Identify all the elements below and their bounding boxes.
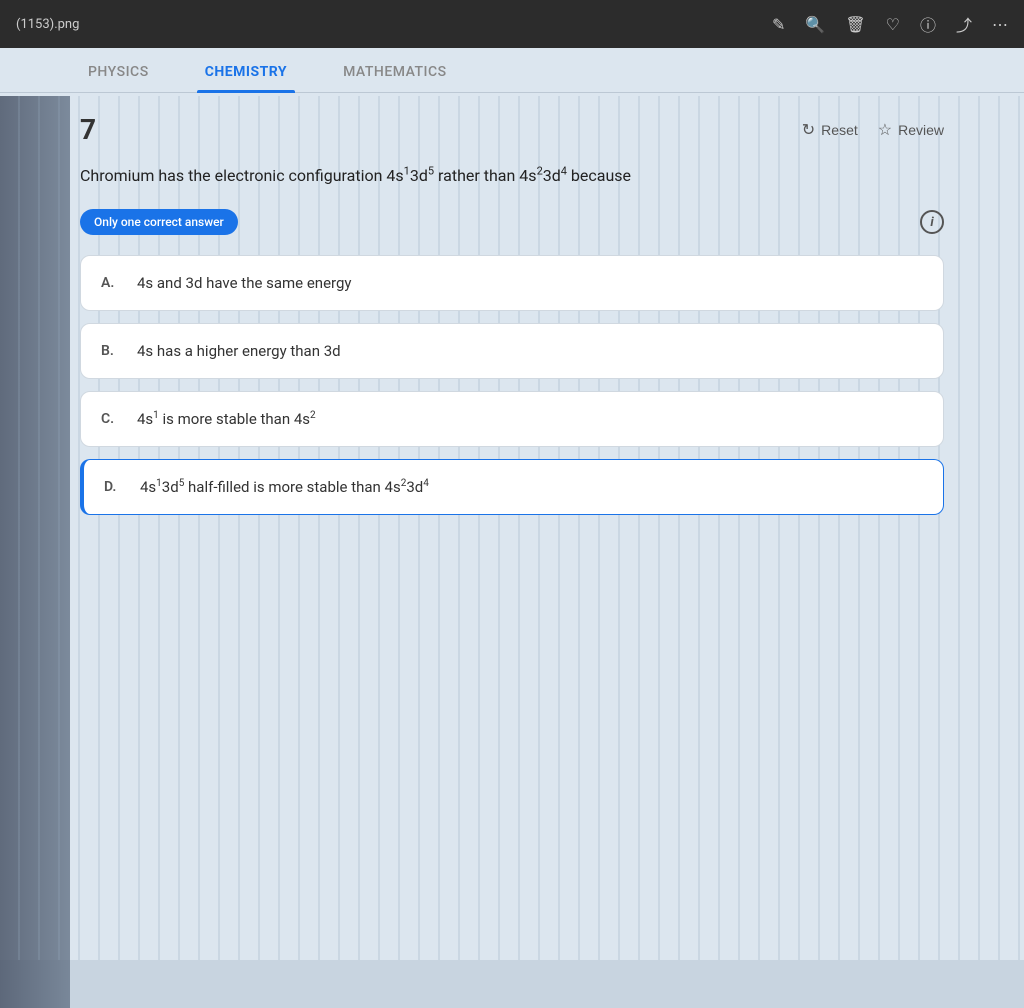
option-c-text: 4s1 is more stable than 4s2 [137, 410, 316, 428]
review-button[interactable]: ☆ Review [878, 120, 944, 140]
tab-mathematics[interactable]: MATHEMATICS [335, 48, 455, 92]
option-a[interactable]: A. 4s and 3d have the same energy [80, 255, 944, 311]
options-list: A. 4s and 3d have the same energy B. 4s … [80, 255, 944, 515]
reset-button[interactable]: ↻ Reset [802, 120, 858, 140]
edit-icon[interactable]: ✎ [772, 15, 785, 34]
tab-chemistry[interactable]: CHEMISTRY [197, 48, 295, 92]
question-info-icon[interactable]: i [920, 210, 944, 234]
content-area: PHYSICS CHEMISTRY MATHEMATICS 7 ↻ Reset … [0, 48, 1024, 960]
search-icon[interactable]: 🔍 [805, 15, 825, 34]
share-icon[interactable]: ⤴ [956, 12, 972, 36]
answer-type-badge: Only one correct answer [80, 209, 238, 235]
question-actions: ↻ Reset ☆ Review [802, 120, 944, 140]
option-b-text: 4s has a higher energy than 3d [137, 342, 341, 360]
more-icon[interactable]: ⋯ [992, 15, 1008, 34]
option-d[interactable]: D. 4s13d5 half-filled is more stable tha… [80, 459, 944, 515]
option-b[interactable]: B. 4s has a higher energy than 3d [80, 323, 944, 379]
tab-physics[interactable]: PHYSICS [80, 48, 157, 92]
answer-tag-row: Only one correct answer i [80, 209, 944, 235]
option-a-text: 4s and 3d have the same energy [137, 274, 352, 292]
question-number-row: 7 ↻ Reset ☆ Review [80, 113, 944, 146]
heart-icon[interactable]: ♡ [886, 15, 900, 34]
browser-icons: ✎ 🔍 🗑 ♡ ⓘ ⤴ ⋯ [772, 12, 1008, 36]
info-icon[interactable]: ⓘ [920, 12, 936, 36]
option-d-letter: D. [104, 479, 124, 495]
option-a-letter: A. [101, 275, 121, 291]
file-name: (1153).png [16, 17, 79, 32]
reset-icon: ↻ [802, 120, 815, 140]
option-b-letter: B. [101, 343, 121, 359]
question-number: 7 [80, 113, 96, 146]
question-text: Chromium has the electronic configuratio… [80, 162, 944, 189]
browser-bar: (1153).png ✎ 🔍 🗑 ♡ ⓘ ⤴ ⋯ [0, 0, 1024, 48]
question-area: 7 ↻ Reset ☆ Review Chromium has the elec… [0, 93, 1024, 535]
trash-icon[interactable]: 🗑 [845, 15, 865, 34]
option-c[interactable]: C. 4s1 is more stable than 4s2 [80, 391, 944, 447]
tab-bar: PHYSICS CHEMISTRY MATHEMATICS [0, 48, 1024, 93]
option-d-text: 4s13d5 half-filled is more stable than 4… [140, 478, 429, 496]
option-c-letter: C. [101, 411, 121, 427]
star-icon: ☆ [878, 120, 892, 140]
